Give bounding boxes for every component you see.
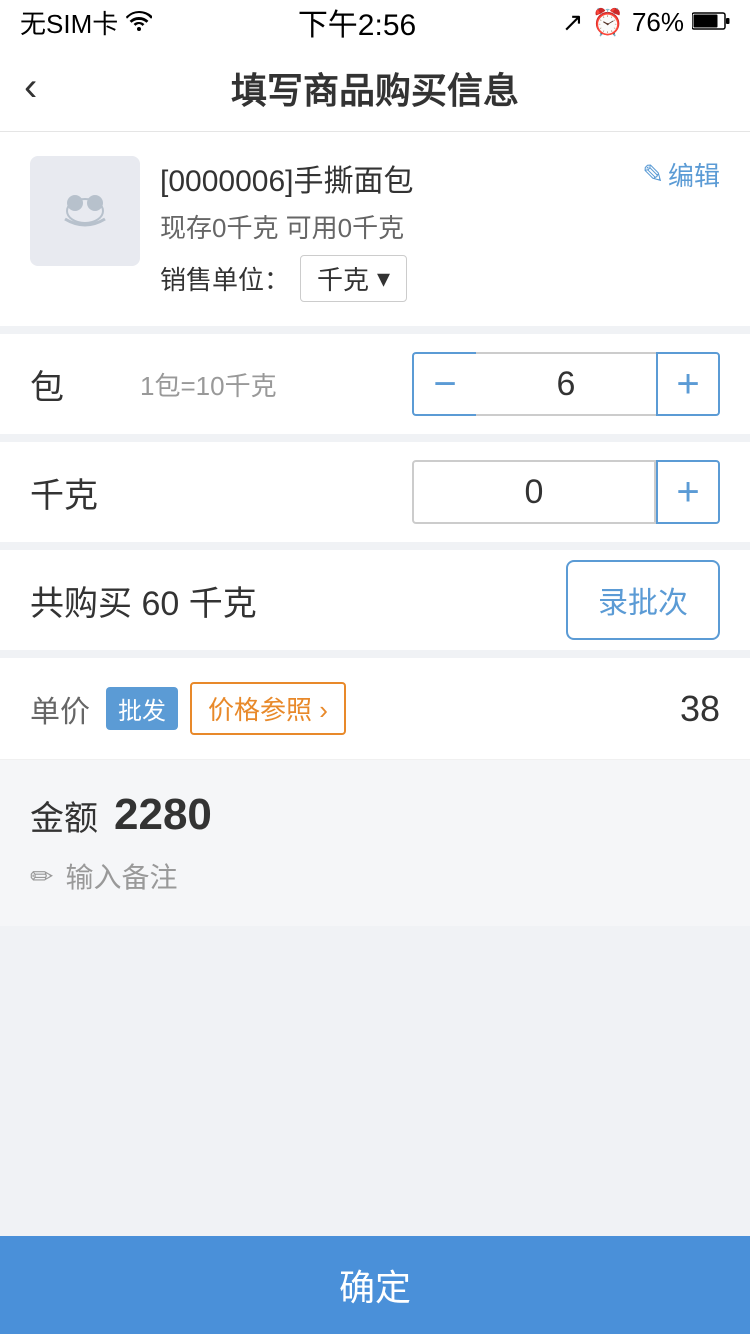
gps-icon: ↗ <box>562 7 584 38</box>
wifi-icon <box>126 7 152 38</box>
kg-quantity-control: + <box>412 460 720 524</box>
amount-value: 2280 <box>114 790 212 840</box>
unit-select[interactable]: 千克 ▾ <box>300 255 407 302</box>
edit-label: 编辑 <box>668 156 720 193</box>
price-value: 38 <box>680 688 720 730</box>
edit-icon: ✎ <box>642 159 664 190</box>
alarm-icon: ⏰ <box>592 7 624 38</box>
product-image <box>30 156 140 266</box>
remark-row[interactable]: ✏ 输入备注 <box>30 856 720 896</box>
unit-value: 千克 <box>317 260 369 297</box>
battery-icon <box>692 7 730 38</box>
bao-plus-button[interactable]: + <box>656 352 720 416</box>
bao-label: 包 <box>30 360 130 409</box>
bao-minus-button[interactable]: − <box>412 352 476 416</box>
product-unit: 销售单位： 千克 ▾ <box>160 255 720 302</box>
total-text: 共购买 60 千克 <box>30 576 566 625</box>
remark-icon: ✏ <box>30 860 53 893</box>
back-button[interactable]: ‹ <box>24 65 37 110</box>
kg-label: 千克 <box>30 468 130 517</box>
confirm-button[interactable]: 确定 <box>0 1236 750 1334</box>
status-right: ↗ ⏰ 76% <box>562 7 730 38</box>
kg-quantity-input[interactable] <box>412 460 656 524</box>
bao-section: 包 1包=10千克 − + <box>0 334 750 434</box>
bao-quantity-control: − + <box>412 352 720 416</box>
bao-quantity-input[interactable] <box>476 352 656 416</box>
unit-dropdown-icon: ▾ <box>377 263 390 294</box>
kg-section: 千克 + <box>0 442 750 542</box>
record-batch-button[interactable]: 录批次 <box>566 560 720 640</box>
amount-label: 金额 <box>30 791 98 840</box>
price-label: 单价 <box>30 687 90 731</box>
bao-sublabel: 1包=10千克 <box>140 366 412 403</box>
remark-placeholder: 输入备注 <box>65 856 177 896</box>
product-card: [0000006]手撕面包 现存0千克 可用0千克 销售单位： 千克 ▾ ✎ 编… <box>0 132 750 326</box>
price-section: 单价 批发 价格参照 › 38 <box>0 658 750 760</box>
price-ref-button[interactable]: 价格参照 › <box>190 682 346 735</box>
product-info: [0000006]手撕面包 现存0千克 可用0千克 销售单位： 千克 ▾ <box>160 156 720 302</box>
product-title: [0000006]手撕面包 <box>160 156 720 200</box>
carrier-text: 无SIM卡 <box>20 4 118 41</box>
status-time: 下午2:56 <box>298 0 416 44</box>
edit-button[interactable]: ✎ 编辑 <box>642 156 720 193</box>
price-tag: 批发 <box>106 687 178 730</box>
page-title: 填写商品购买信息 <box>231 62 519 114</box>
amount-section: 金额 2280 ✏ 输入备注 <box>0 760 750 926</box>
total-row: 共购买 60 千克 录批次 <box>0 550 750 650</box>
kg-row: 千克 + <box>0 442 750 542</box>
bao-row: 包 1包=10千克 − + <box>0 334 750 434</box>
product-stock: 现存0千克 可用0千克 <box>160 208 720 245</box>
status-bar: 无SIM卡 下午2:56 ↗ ⏰ 76% <box>0 0 750 44</box>
battery-text: 76% <box>632 7 684 38</box>
empty-space <box>0 926 750 1226</box>
unit-label: 销售单位： <box>160 260 290 297</box>
amount-row: 金额 2280 <box>30 790 720 840</box>
nav-bar: ‹ 填写商品购买信息 <box>0 44 750 132</box>
status-left: 无SIM卡 <box>20 4 152 41</box>
product-logo-icon <box>55 181 115 241</box>
kg-plus-button[interactable]: + <box>656 460 720 524</box>
price-row: 单价 批发 价格参照 › 38 <box>0 658 750 760</box>
